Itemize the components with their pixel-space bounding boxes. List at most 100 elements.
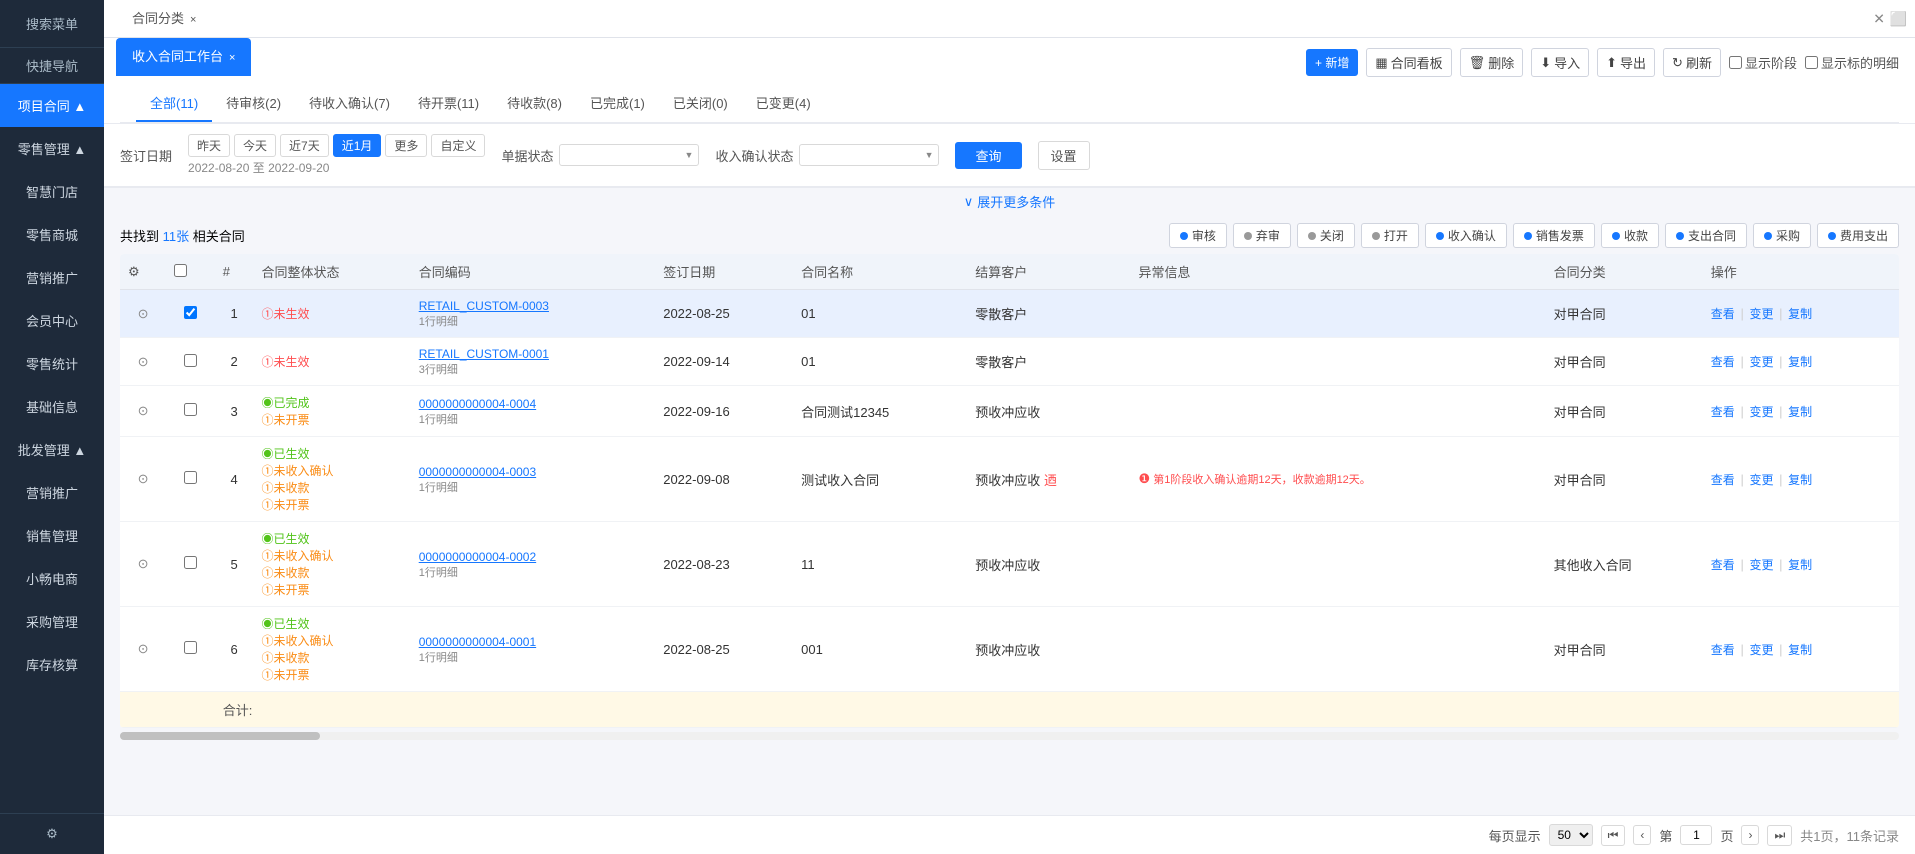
per-page-select[interactable]: 50 (1549, 824, 1593, 846)
row-checkbox-0[interactable] (166, 290, 214, 338)
op-edit-0[interactable]: 变更 (1749, 307, 1773, 321)
op-copy-0[interactable]: 复制 (1788, 307, 1812, 321)
page-input[interactable] (1680, 825, 1712, 845)
contract-link-0[interactable]: RETAIL_CUSTOM-0003 (419, 299, 549, 313)
row-setting-2[interactable]: ⊙ (120, 386, 166, 437)
sidebar-item-project[interactable]: 项目合同 ▲ (0, 84, 104, 127)
row-setting-1[interactable]: ⊙ (120, 338, 166, 386)
action-btn-out_contract[interactable]: 支出合同 (1665, 223, 1747, 248)
tab-income_workbench[interactable]: 收入合同工作台× (116, 38, 251, 76)
action-btn-review[interactable]: 审核 (1169, 223, 1227, 248)
filter-tab-done[interactable]: 已完成(1) (576, 85, 659, 122)
row-checkbox-2[interactable] (166, 386, 214, 437)
filter-tab-closed[interactable]: 已关闭(0) (659, 85, 742, 122)
kanban-button[interactable]: ▦ 合同看板 (1366, 48, 1451, 77)
sidebar-item-online_store[interactable]: 零售商城 (0, 213, 104, 256)
filter-tab-pending_receive[interactable]: 待收款(8) (493, 85, 576, 122)
col-setting[interactable]: ⚙ (120, 254, 166, 290)
date-btn-yesterday[interactable]: 昨天 (188, 134, 230, 157)
select-all-checkbox[interactable] (174, 264, 187, 277)
row-checkbox-3[interactable] (166, 437, 214, 522)
sidebar-search[interactable]: 搜索菜单 (0, 0, 104, 48)
filter-tab-all[interactable]: 全部(11) (136, 85, 212, 122)
op-copy-5[interactable]: 复制 (1788, 643, 1812, 657)
income-confirm-select[interactable] (799, 144, 939, 166)
sidebar-item-inventory[interactable]: 库存核算 (0, 643, 104, 686)
import-button[interactable]: ⬇ 导入 (1531, 48, 1589, 77)
row-setting-4[interactable]: ⊙ (120, 522, 166, 607)
op-edit-1[interactable]: 变更 (1749, 355, 1773, 369)
op-view-3[interactable]: 查看 (1711, 473, 1735, 487)
row-checkbox-5[interactable] (166, 607, 214, 692)
op-view-5[interactable]: 查看 (1711, 643, 1735, 657)
action-btn-expense[interactable]: 费用支出 (1817, 223, 1899, 248)
date-btn-last7[interactable]: 近7天 (280, 134, 329, 157)
window-maximize-icon[interactable]: ⬜ (1890, 10, 1907, 27)
delete-button[interactable]: 🗑 删除 (1460, 48, 1524, 77)
row-setting-5[interactable]: ⊙ (120, 607, 166, 692)
horizontal-scrollbar[interactable] (120, 732, 1899, 740)
sidebar-item-wholesale[interactable]: 批发管理 ▲ (0, 428, 104, 471)
contract-link-5[interactable]: 0000000000004-0001 (419, 635, 536, 649)
last-page-button[interactable]: ⏭ (1767, 825, 1792, 846)
expand-more-row[interactable]: ∨ 展开更多条件 (104, 187, 1915, 215)
row-checkbox-4[interactable] (166, 522, 214, 607)
sidebar-item-marketing[interactable]: 营销推广 (0, 256, 104, 299)
action-btn-print[interactable]: 打开 (1361, 223, 1419, 248)
contract-link-4[interactable]: 0000000000004-0002 (419, 550, 536, 564)
sidebar-item-smart_store[interactable]: 智慧门店 (0, 170, 104, 213)
action-btn-sales_invoice[interactable]: 销售发票 (1513, 223, 1595, 248)
op-view-4[interactable]: 查看 (1711, 558, 1735, 572)
op-view-0[interactable]: 查看 (1711, 307, 1735, 321)
filter-tab-pending_review[interactable]: 待审核(2) (212, 85, 295, 122)
contract-link-3[interactable]: 0000000000004-0003 (419, 465, 536, 479)
contract-link-2[interactable]: 0000000000004-0004 (419, 397, 536, 411)
action-btn-abandon[interactable]: 弃审 (1233, 223, 1291, 248)
filter-settings-button[interactable]: 设置 (1038, 141, 1090, 170)
show-fields-checkbox[interactable]: 显示阶段 (1729, 53, 1797, 72)
sidebar-nav[interactable]: 快捷导航 (0, 48, 104, 84)
action-btn-purchase[interactable]: 采购 (1753, 223, 1811, 248)
tab-close-income_workbench[interactable]: × (229, 52, 235, 64)
next-page-button[interactable]: › (1741, 825, 1759, 845)
sidebar-item-purchase[interactable]: 采购管理 (0, 600, 104, 643)
action-btn-receive[interactable]: 收款 (1601, 223, 1659, 248)
sidebar-item-stats[interactable]: 零售统计 (0, 342, 104, 385)
show-mark-checkbox[interactable]: 显示标的明细 (1805, 53, 1899, 72)
op-view-1[interactable]: 查看 (1711, 355, 1735, 369)
col-checkbox[interactable] (166, 254, 214, 290)
contract-link-1[interactable]: RETAIL_CUSTOM-0001 (419, 347, 549, 361)
action-btn-income_confirm[interactable]: 收入确认 (1425, 223, 1507, 248)
op-edit-3[interactable]: 变更 (1749, 473, 1773, 487)
sidebar-item-retail[interactable]: 零售管理 ▲ (0, 127, 104, 170)
op-edit-2[interactable]: 变更 (1749, 405, 1773, 419)
sidebar-item-member[interactable]: 会员中心 (0, 299, 104, 342)
date-btn-today[interactable]: 今天 (234, 134, 276, 157)
sidebar-item-ecommerce[interactable]: 小畅电商 (0, 557, 104, 600)
op-copy-1[interactable]: 复制 (1788, 355, 1812, 369)
filter-tab-changed[interactable]: 已变更(4) (742, 85, 825, 122)
add-button[interactable]: + 新增 (1306, 49, 1358, 76)
row-setting-0[interactable]: ⊙ (120, 290, 166, 338)
row-checkbox-1[interactable] (166, 338, 214, 386)
scrollbar-thumb[interactable] (120, 732, 320, 740)
tab-contract_category[interactable]: 合同分类× (116, 0, 251, 38)
prev-page-button[interactable]: ‹ (1633, 825, 1651, 845)
op-edit-4[interactable]: 变更 (1749, 558, 1773, 572)
filter-tab-pending_invoice[interactable]: 待开票(11) (404, 85, 493, 122)
filter-tab-pending_confirm[interactable]: 待收入确认(7) (295, 85, 404, 122)
op-copy-4[interactable]: 复制 (1788, 558, 1812, 572)
op-view-2[interactable]: 查看 (1711, 405, 1735, 419)
export-button[interactable]: ⬆ 导出 (1597, 48, 1655, 77)
op-copy-3[interactable]: 复制 (1788, 473, 1812, 487)
doc-status-select[interactable] (559, 144, 699, 166)
sidebar-item-basic[interactable]: 基础信息 (0, 385, 104, 428)
tab-close-contract_category[interactable]: × (190, 14, 196, 26)
date-btn-custom[interactable]: 自定义 (431, 134, 485, 157)
date-btn-more[interactable]: 更多 (385, 134, 427, 157)
sidebar-item-sales[interactable]: 销售管理 (0, 514, 104, 557)
sidebar-settings[interactable]: ⚙ (0, 813, 104, 854)
sidebar-item-marketing2[interactable]: 营销推广 (0, 471, 104, 514)
row-setting-3[interactable]: ⊙ (120, 437, 166, 522)
query-button[interactable]: 查询 (955, 142, 1021, 169)
